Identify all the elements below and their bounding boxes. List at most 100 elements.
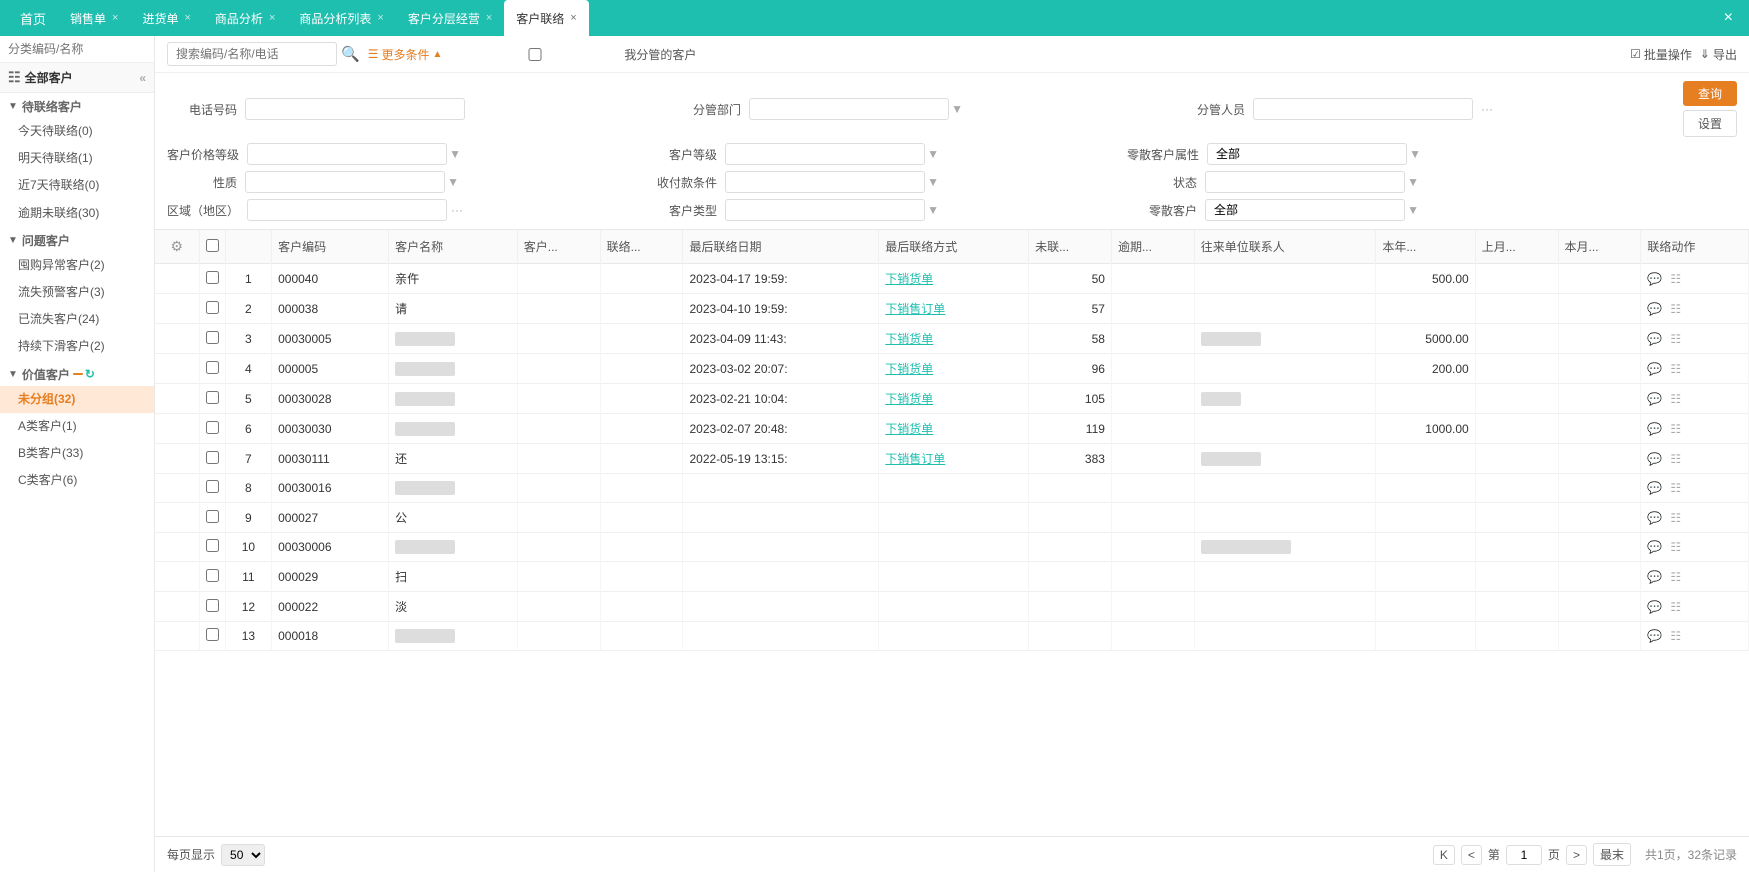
search-button[interactable]: 查询 [1683,81,1737,106]
grid-action-icon[interactable]: ☷ [1670,332,1681,346]
grid-action-icon[interactable]: ☷ [1670,511,1681,525]
this-year-col-header[interactable]: 本年... [1376,230,1475,264]
nature-select[interactable] [245,171,445,193]
collapse-icon[interactable]: « [139,71,146,85]
last-month-col-header[interactable]: 上月... [1475,230,1558,264]
tab-customer-contact[interactable]: 客户联络 × [504,0,588,36]
search-icon[interactable]: 🔍 [341,45,360,63]
grid-action-icon[interactable]: ☷ [1670,540,1681,554]
message-icon[interactable]: 💬 [1647,570,1662,584]
checkbox-cell[interactable] [199,384,225,414]
select-all-checkbox[interactable] [206,239,219,252]
grid-action-icon[interactable]: ☷ [1670,600,1681,614]
settings-icon[interactable]: ⚙ [171,238,184,254]
sidebar-item-churn-warning[interactable]: 流失预警客户(3) [0,279,154,306]
my-customers-checkbox[interactable]: 我分管的客户 [450,46,696,63]
close-product-analysis-list-tab[interactable]: × [377,12,383,24]
no-contact-col-header[interactable]: 未联... [1029,230,1112,264]
message-icon[interactable]: 💬 [1647,540,1662,554]
tab-product-analysis[interactable]: 商品分析 × [203,0,287,36]
row-checkbox[interactable] [206,421,219,434]
grid-action-icon[interactable]: ☷ [1670,302,1681,316]
reset-button[interactable]: 设置 [1683,110,1737,137]
row-checkbox[interactable] [206,361,219,374]
contact-method-link[interactable]: 下销货单 [885,422,933,436]
prev-page-btn[interactable]: < [1461,845,1482,865]
export-btn[interactable]: ⇓ 导出 [1700,46,1737,63]
checkbox-cell[interactable] [199,264,225,294]
more-conditions-btn[interactable]: ☰ 更多条件 ▲ [368,46,443,63]
row-checkbox[interactable] [206,331,219,344]
message-icon[interactable]: 💬 [1647,629,1662,643]
row-checkbox[interactable] [206,539,219,552]
sparse-customer-select[interactable]: 全部 [1205,199,1405,221]
row-checkbox[interactable] [206,628,219,641]
tab-home[interactable]: 首页 [8,0,58,36]
contact-col-header[interactable]: 联络... [600,230,683,264]
phone-input[interactable] [245,98,465,120]
checkbox-cell[interactable] [199,444,225,474]
sidebar-item-ungroup[interactable]: 未分组(32) [0,386,154,413]
search-input[interactable] [167,42,337,66]
sidebar-item-a-class[interactable]: A类客户(1) [0,413,154,440]
close-purchase-tab[interactable]: × [184,12,190,24]
per-page-select[interactable]: 50 [221,844,265,866]
contact-method-link[interactable]: 下销货单 [885,392,933,406]
first-page-btn[interactable]: K [1433,845,1455,865]
row-checkbox[interactable] [206,569,219,582]
checkbox-cell[interactable] [199,503,225,533]
next-page-btn[interactable]: > [1566,845,1587,865]
name-col-header[interactable]: 客户名称 [389,230,518,264]
row-checkbox[interactable] [206,271,219,284]
sidebar-item-7day-pending[interactable]: 近7天待联络(0) [0,172,154,199]
row-checkbox[interactable] [206,451,219,464]
row-checkbox[interactable] [206,510,219,523]
close-sales-tab[interactable]: × [112,12,118,24]
manager-input[interactable] [1253,98,1473,120]
last-contact-method-col-header[interactable]: 最后联络方式 [879,230,1029,264]
manager-more-icon[interactable]: ··· [1481,102,1493,116]
close-customer-contact-tab[interactable]: × [570,12,576,24]
pending-contact-group[interactable]: ▼ 待联络客户 [0,93,154,118]
tab-sales[interactable]: 销售单 × [58,0,130,36]
message-icon[interactable]: 💬 [1647,600,1662,614]
grid-action-icon[interactable]: ☷ [1670,452,1681,466]
this-month-col-header[interactable]: 本月... [1558,230,1641,264]
grid-action-icon[interactable]: ☷ [1670,629,1681,643]
contact-method-link[interactable]: 下销货单 [885,332,933,346]
contact-method-link[interactable]: 下销货单 [885,272,933,286]
checkbox-cell[interactable] [199,414,225,444]
sidebar-item-c-class[interactable]: C类客户(6) [0,467,154,494]
close-customer-segment-tab[interactable]: × [486,12,492,24]
row-checkbox[interactable] [206,301,219,314]
message-icon[interactable]: 💬 [1647,422,1662,436]
last-page-btn[interactable]: 最末 [1593,843,1631,866]
message-icon[interactable]: 💬 [1647,511,1662,525]
grid-action-icon[interactable]: ☷ [1670,392,1681,406]
message-icon[interactable]: 💬 [1647,362,1662,376]
region-select[interactable] [247,199,447,221]
sidebar-item-hoarding[interactable]: 囤购异常客户(2) [0,252,154,279]
checkbox-cell[interactable] [199,622,225,651]
close-product-analysis-tab[interactable]: × [269,12,275,24]
overdue-col-header[interactable]: 逾期... [1111,230,1194,264]
sidebar-item-churned[interactable]: 已流失客户(24) [0,306,154,333]
grid-action-icon[interactable]: ☷ [1670,481,1681,495]
code-col-header[interactable]: 客户编码 [272,230,389,264]
message-icon[interactable]: 💬 [1647,392,1662,406]
message-icon[interactable]: 💬 [1647,272,1662,286]
sparse-attr-select[interactable]: 全部 [1207,143,1407,165]
my-customers-check[interactable] [450,48,620,61]
settings-col-header[interactable]: ⚙ [155,230,199,264]
page-input[interactable] [1506,845,1542,865]
row-checkbox[interactable] [206,480,219,493]
sidebar-item-tomorrow-pending[interactable]: 明天待联络(1) [0,145,154,172]
last-contact-date-col-header[interactable]: 最后联络日期 [683,230,879,264]
refresh-icon[interactable]: ↻ [85,367,95,381]
value-customers-group[interactable]: ▼ 价值客户 ↻ [0,361,154,386]
problem-customers-group[interactable]: ▼ 问题客户 [0,227,154,252]
contact-method-link[interactable]: 下销售订单 [885,302,945,316]
grid-action-icon[interactable]: ☷ [1670,570,1681,584]
checkbox-cell[interactable] [199,474,225,503]
tab-product-analysis-list[interactable]: 商品分析列表 × [287,0,395,36]
